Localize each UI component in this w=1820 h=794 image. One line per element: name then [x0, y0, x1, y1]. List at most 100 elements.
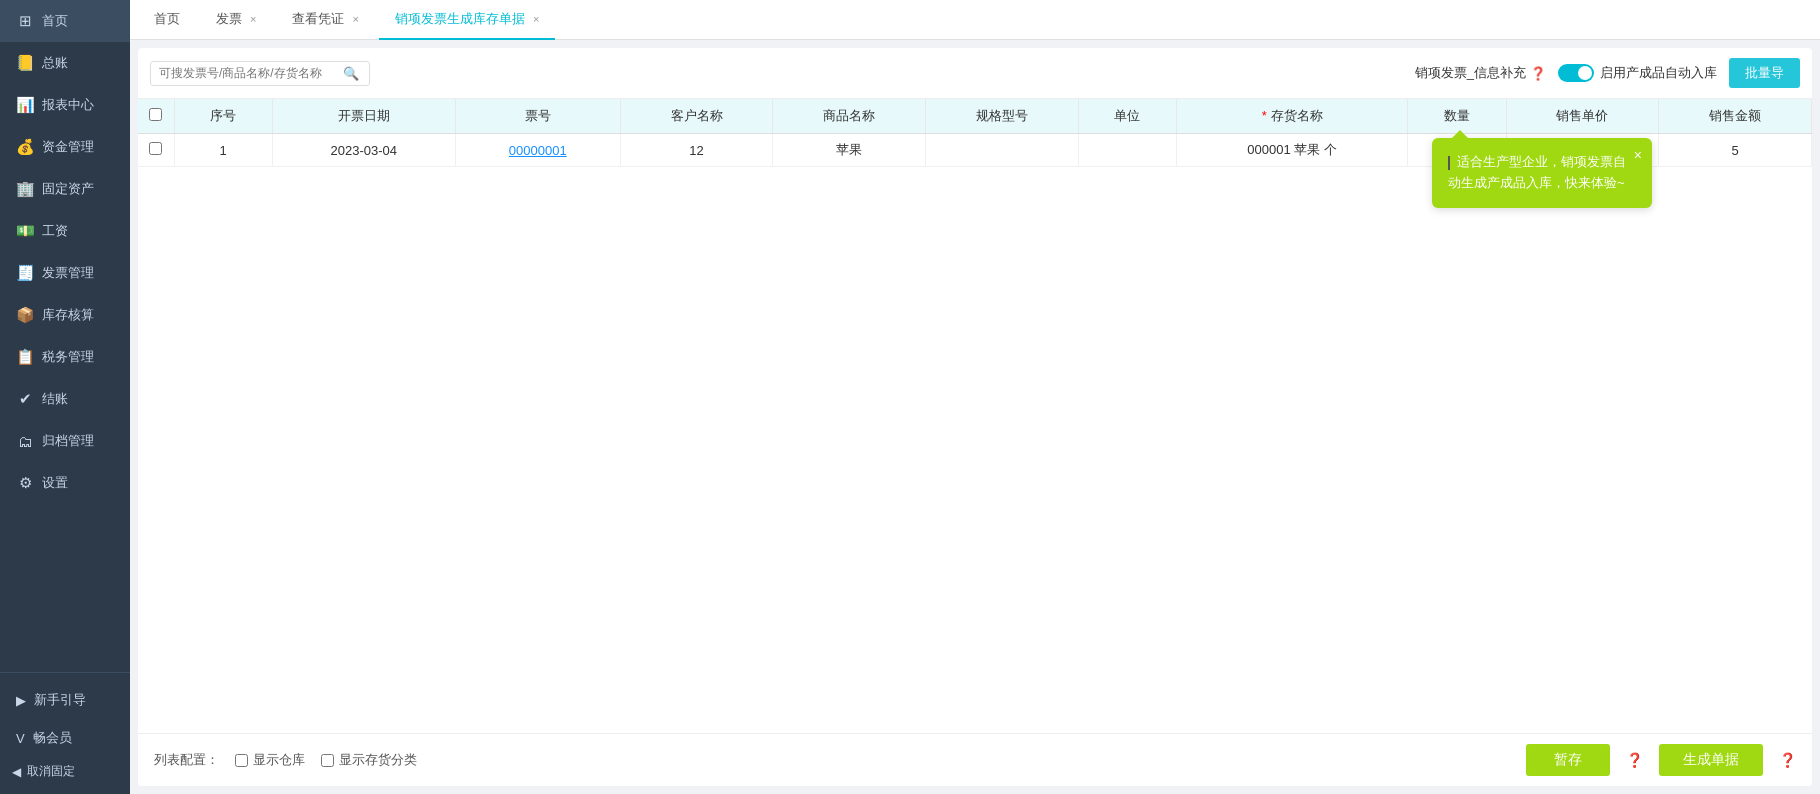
generate-help-icon[interactable]: ❓ [1779, 752, 1796, 768]
sidebar-item-settings[interactable]: ⚙ 设置 [0, 462, 130, 504]
toggle-area: 启用产成品自动入库 [1558, 64, 1717, 82]
row-amount: 5 [1659, 134, 1812, 167]
tax-icon: 📋 [16, 348, 34, 366]
home-icon: ⊞ [16, 12, 34, 30]
th-date: 开票日期 [272, 99, 455, 134]
row-product: 苹果 [773, 134, 926, 167]
auto-warehouse-toggle[interactable] [1558, 64, 1594, 82]
info-label-text: 销项发票_信息补充 [1415, 64, 1526, 82]
tab-invoice[interactable]: 发票 × [200, 0, 272, 40]
info-label: 销项发票_信息补充 ❓ [1415, 64, 1546, 82]
tab-home[interactable]: 首页 [138, 0, 196, 40]
sidebar-item-gl-label: 总账 [42, 54, 68, 72]
show-category-checkbox-item[interactable]: 显示存货分类 [321, 751, 417, 769]
show-warehouse-checkbox[interactable] [235, 754, 248, 767]
sidebar-bottom: ▶ 新手引导 V 畅会员 ◀ 取消固定 [0, 672, 130, 794]
sidebar-item-general-ledger[interactable]: 📒 总账 [0, 42, 130, 84]
th-qty: 数量 [1408, 99, 1506, 134]
search-box[interactable]: 🔍 [150, 61, 370, 86]
reports-icon: 📊 [16, 96, 34, 114]
sidebar-item-tax-label: 税务管理 [42, 348, 94, 366]
action-buttons: 暂存 ❓ 生成单据 ❓ [1526, 744, 1796, 776]
sidebar-item-funds[interactable]: 💰 资金管理 [0, 126, 130, 168]
close-voucher-tab-icon[interactable]: × [352, 13, 358, 25]
show-warehouse-checkbox-item[interactable]: 显示仓库 [235, 751, 305, 769]
table-header-row: 序号 开票日期 票号 客户名称 商品名称 规格型号 单位 存货名称 数量 销售单… [138, 99, 1812, 134]
close-invoice-tab-icon[interactable]: × [250, 13, 256, 25]
unpin-bar[interactable]: ◀ 取消固定 [0, 757, 130, 786]
th-product: 商品名称 [773, 99, 926, 134]
ledger-icon: 📒 [16, 54, 34, 72]
tab-generate[interactable]: 销项发票生成库存单据 × [379, 0, 555, 40]
toolbar: 🔍 销项发票_信息补充 ❓ 启用产成品自动入库 批量导 [138, 48, 1812, 99]
sidebar-item-fa-label: 固定资产 [42, 180, 94, 198]
search-icon: 🔍 [343, 66, 359, 81]
tab-home-label: 首页 [154, 10, 180, 28]
sidebar-item-tax[interactable]: 📋 税务管理 [0, 336, 130, 378]
main-area: 首页 发票 × 查看凭证 × 销项发票生成库存单据 × 🔍 销项发票_信息补充 … [130, 0, 1820, 794]
tooltip-text: 适合生产型企业，销项发票自动生成产成品入库，快来体验~ [1448, 154, 1626, 190]
generate-button[interactable]: 生成单据 [1659, 744, 1763, 776]
select-all-checkbox[interactable] [149, 108, 162, 121]
th-unit-price: 销售单价 [1506, 99, 1659, 134]
sidebar-item-inventory[interactable]: 📦 库存核算 [0, 294, 130, 336]
guide-icon: ▶ [16, 693, 26, 708]
batch-import-button[interactable]: 批量导 [1729, 58, 1800, 88]
row-customer: 12 [620, 134, 773, 167]
fixed-assets-icon: 🏢 [16, 180, 34, 198]
row-inventory: 000001 苹果 个 [1177, 134, 1408, 167]
tab-voucher[interactable]: 查看凭证 × [276, 0, 374, 40]
tab-invoice-label: 发票 [216, 10, 242, 28]
sidebar-item-fixed-assets[interactable]: 🏢 固定资产 [0, 168, 130, 210]
payroll-icon: 💵 [16, 222, 34, 240]
sidebar-item-member[interactable]: V 畅会员 [0, 719, 130, 757]
funds-icon: 💰 [16, 138, 34, 156]
settings-icon: ⚙ [16, 474, 34, 492]
sidebar-item-funds-label: 资金管理 [42, 138, 94, 156]
sidebar-item-home-label: 首页 [42, 12, 68, 30]
row-ticket-no[interactable]: 00000001 [455, 134, 620, 167]
th-amount: 销售金额 [1659, 99, 1812, 134]
tab-voucher-label: 查看凭证 [292, 10, 344, 28]
sidebar-item-reconciliation[interactable]: ✔ 结账 [0, 378, 130, 420]
inventory-icon: 📦 [16, 306, 34, 324]
row-unit [1078, 134, 1176, 167]
show-warehouse-label: 显示仓库 [253, 751, 305, 769]
close-generate-tab-icon[interactable]: × [533, 13, 539, 25]
sidebar-item-settings-label: 设置 [42, 474, 68, 492]
sidebar-item-home[interactable]: ⊞ 首页 [0, 0, 130, 42]
member-icon: V [16, 731, 25, 746]
sidebar-item-guide-label: 新手引导 [34, 691, 86, 709]
sidebar-item-payroll[interactable]: 💵 工资 [0, 210, 130, 252]
save-button[interactable]: 暂存 [1526, 744, 1610, 776]
th-ticket-no: 票号 [455, 99, 620, 134]
tab-generate-label: 销项发票生成库存单据 [395, 10, 525, 28]
list-config-label: 列表配置： [154, 751, 219, 769]
sidebar-item-payroll-label: 工资 [42, 222, 68, 240]
row-checkbox[interactable] [149, 142, 162, 155]
save-help-icon[interactable]: ❓ [1626, 752, 1643, 768]
row-date: 2023-03-04 [272, 134, 455, 167]
show-category-checkbox[interactable] [321, 754, 334, 767]
sidebar-item-invoice-label: 发票管理 [42, 264, 94, 282]
sidebar-item-reports[interactable]: 📊 报表中心 [0, 84, 130, 126]
th-checkbox [138, 99, 174, 134]
tooltip-close-icon[interactable]: × [1634, 144, 1642, 166]
bottom-bar: 列表配置： 显示仓库 显示存货分类 暂存 ❓ 生成单据 ❓ [138, 733, 1812, 786]
th-unit: 单位 [1078, 99, 1176, 134]
sidebar-item-archive[interactable]: 🗂 归档管理 [0, 420, 130, 462]
page-content: 🔍 销项发票_信息补充 ❓ 启用产成品自动入库 批量导 序 [138, 48, 1812, 786]
show-category-label: 显示存货分类 [339, 751, 417, 769]
invoice-mgmt-icon: 🧾 [16, 264, 34, 282]
sidebar-item-invoice-mgmt[interactable]: 🧾 发票管理 [0, 252, 130, 294]
tooltip-popup: × 适合生产型企业，销项发票自动生成产成品入库，快来体验~ [1432, 138, 1652, 208]
unpin-icon: ◀ [12, 765, 21, 779]
sidebar-item-archive-label: 归档管理 [42, 432, 94, 450]
th-customer: 客户名称 [620, 99, 773, 134]
sidebar-item-guide[interactable]: ▶ 新手引导 [0, 681, 130, 719]
row-checkbox-cell [138, 134, 174, 167]
sidebar-item-reports-label: 报表中心 [42, 96, 94, 114]
sidebar-item-inventory-label: 库存核算 [42, 306, 94, 324]
info-help-icon[interactable]: ❓ [1530, 66, 1546, 81]
search-input[interactable] [159, 66, 339, 80]
